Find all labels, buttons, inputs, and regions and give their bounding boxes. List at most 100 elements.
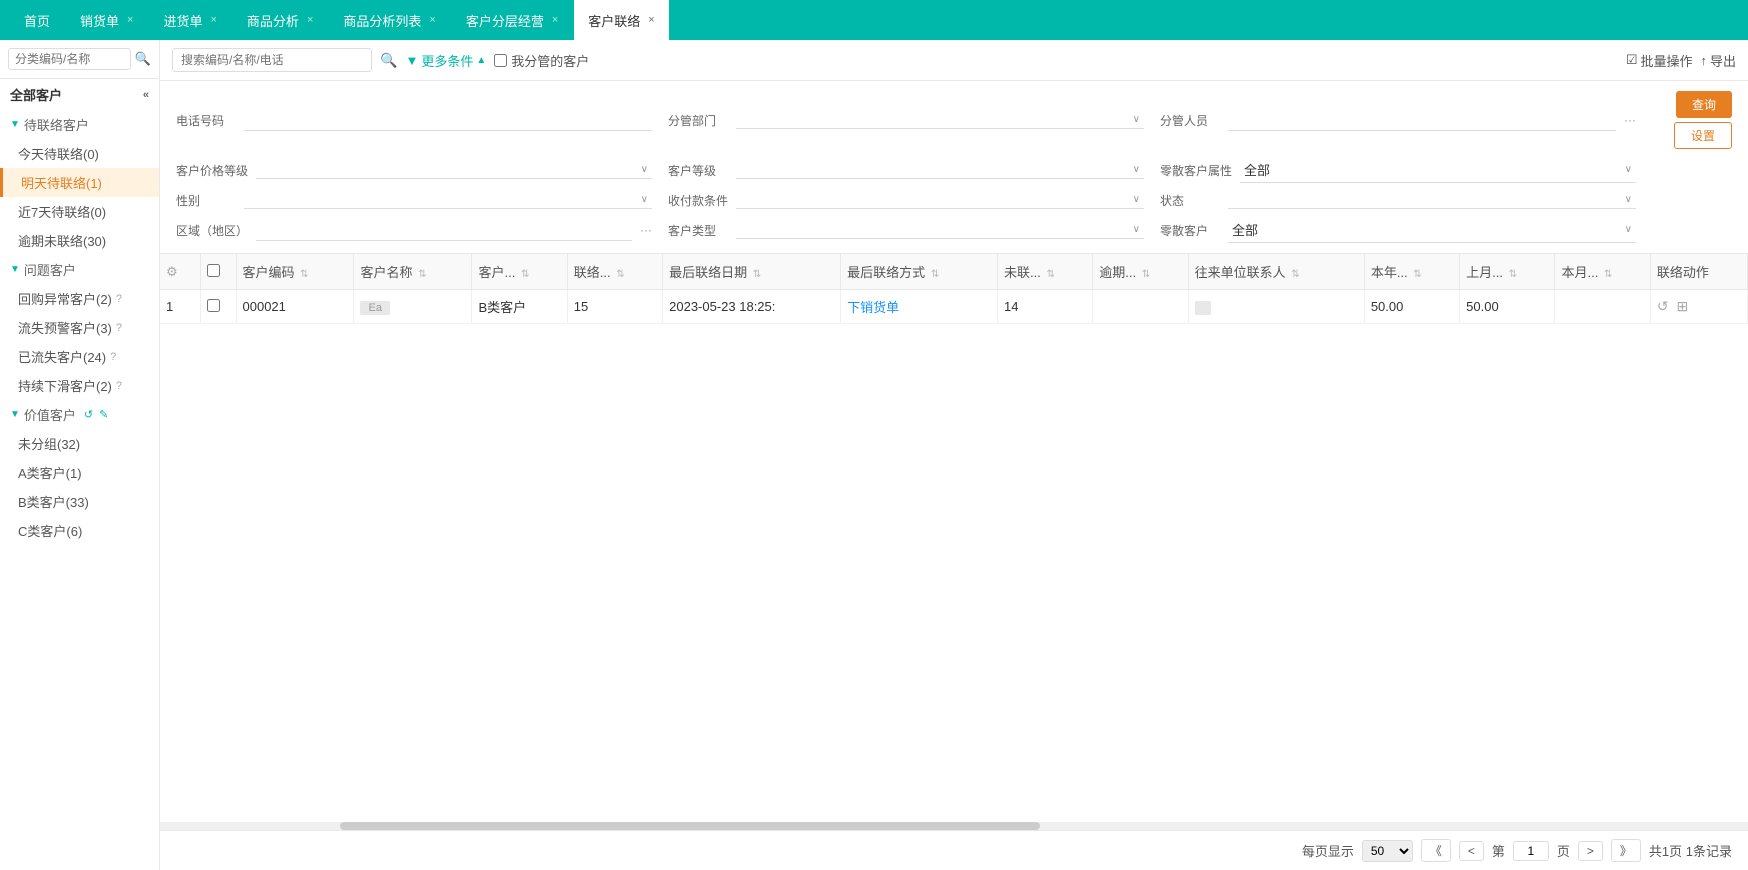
- select-all-checkbox[interactable]: [207, 264, 220, 277]
- filter-search-button[interactable]: 🔍: [380, 52, 397, 69]
- all-customers-section: 全部客户 «: [0, 79, 159, 110]
- table-header-row: ⚙ 客户编码 ⇅ 客户名称 ⇅: [160, 254, 1748, 290]
- customer-level-select[interactable]: ∨: [736, 161, 1144, 179]
- batch-operation-button[interactable]: ☑ 批量操作: [1626, 51, 1693, 70]
- pending-arrow-icon: ▼: [10, 119, 20, 130]
- nav-seg-close[interactable]: ×: [552, 14, 558, 26]
- customer-type-select[interactable]: ∨: [736, 221, 1144, 239]
- ungrouped-label: 未分组(32): [18, 434, 80, 453]
- sidebar-item-declining[interactable]: 持续下滑客户(2) ?: [0, 371, 159, 400]
- export-button[interactable]: ↑ 导出: [1700, 51, 1736, 70]
- row-checkbox[interactable]: [207, 299, 220, 312]
- scrollbar-thumb[interactable]: [340, 822, 1040, 830]
- customer-type-chevron-icon: ∨: [1133, 224, 1140, 235]
- refresh-action-icon[interactable]: ↺: [1657, 298, 1669, 315]
- sidebar-search-input[interactable]: [8, 48, 131, 70]
- nav-contact-close[interactable]: ×: [648, 14, 654, 26]
- a-class-label: A类客户(1): [18, 463, 82, 482]
- sidebar-item-ungrouped[interactable]: 未分组(32): [0, 429, 159, 458]
- dept-filter-select[interactable]: ∨: [736, 111, 1144, 129]
- filter-bar: 🔍 ▼ 更多条件 ▲ 我分管的客户 ☑ 批量操作 ↑ 导出: [160, 40, 1748, 81]
- cell-this-month: [1555, 290, 1650, 324]
- filter-more-conditions-button[interactable]: ▼ 更多条件 ▲: [405, 51, 486, 70]
- first-page-button[interactable]: 《: [1421, 839, 1451, 862]
- sidebar-item-abnormal[interactable]: 回购异常客户(2) ?: [0, 284, 159, 313]
- nav-sales-close[interactable]: ×: [127, 14, 133, 26]
- last-month-sort-icon[interactable]: ⇅: [1509, 269, 1517, 280]
- status-select[interactable]: ∨: [1228, 191, 1636, 209]
- nav-product-analysis[interactable]: 商品分析 ×: [233, 0, 327, 40]
- person-filter-input[interactable]: [1228, 110, 1616, 131]
- nav-purchase-order[interactable]: 进货单 ×: [149, 0, 230, 40]
- nav-home[interactable]: 首页: [10, 0, 64, 40]
- nav-customer-contact[interactable]: 客户联络 ×: [574, 0, 668, 40]
- sidebar-pending-group: ▼ 待联络客户: [0, 110, 159, 139]
- nav-sales-order[interactable]: 销货单 ×: [66, 0, 147, 40]
- next-page-button[interactable]: >: [1578, 841, 1603, 861]
- horizontal-scrollbar[interactable]: [160, 822, 1748, 830]
- declining-label: 持续下滑客户(2): [18, 376, 112, 395]
- phone-filter-input[interactable]: [244, 110, 652, 131]
- prev-page-button[interactable]: <: [1459, 841, 1484, 861]
- batch-op-label: 批量操作: [1640, 51, 1692, 70]
- sidebar-item-b-class[interactable]: B类客户(33): [0, 487, 159, 516]
- overdue-sort-icon[interactable]: ⇅: [1142, 269, 1150, 280]
- settings-button[interactable]: 设置: [1674, 122, 1732, 149]
- query-button[interactable]: 查询: [1676, 91, 1732, 118]
- name-sort-icon[interactable]: ⇅: [418, 269, 426, 280]
- sidebar-item-a-class[interactable]: A类客户(1): [0, 458, 159, 487]
- person-more-dots[interactable]: ···: [1624, 113, 1636, 127]
- nav-product-list-close[interactable]: ×: [429, 14, 435, 26]
- sidebar-item-churned[interactable]: 已流失客户(24) ?: [0, 342, 159, 371]
- nav-product-analysis-list[interactable]: 商品分析列表 ×: [329, 0, 449, 40]
- th-actions: 联络动作: [1650, 254, 1747, 290]
- person-sort-icon[interactable]: ⇅: [1291, 269, 1299, 280]
- nav-customer-segmentation[interactable]: 客户分层经营 ×: [452, 0, 572, 40]
- payment-select[interactable]: ∨: [736, 191, 1144, 209]
- nav-product-analysis-close[interactable]: ×: [307, 14, 313, 26]
- price-level-select[interactable]: ∨: [256, 161, 652, 179]
- abnormal-help-icon[interactable]: ?: [116, 293, 122, 305]
- th-customer-type: 客户... ⇅: [472, 254, 567, 290]
- last-page-button[interactable]: 》: [1611, 839, 1641, 862]
- region-more-dots[interactable]: ···: [640, 223, 652, 237]
- per-page-select[interactable]: 50 100 200: [1362, 840, 1413, 862]
- gender-select[interactable]: ∨: [244, 191, 652, 209]
- problem-arrow-icon: ▼: [10, 264, 20, 275]
- nav-product-list-label: 商品分析列表: [343, 11, 421, 30]
- cell-actions: ↺ ⊞: [1650, 290, 1747, 324]
- last-contact-method-link[interactable]: 下销货单: [847, 300, 899, 315]
- filter-search-input[interactable]: [172, 48, 372, 72]
- date-sort-icon[interactable]: ⇅: [753, 269, 761, 280]
- type-sort-icon[interactable]: ⇅: [521, 269, 529, 280]
- uncontacted-sort-icon[interactable]: ⇅: [1046, 269, 1054, 280]
- my-customers-checkbox[interactable]: [494, 54, 507, 67]
- sidebar-item-today-contact[interactable]: 今天待联络(0): [0, 139, 159, 168]
- page-input[interactable]: [1513, 841, 1549, 861]
- retail-attr-select[interactable]: 全部 ∨: [1240, 157, 1636, 183]
- sidebar-item-c-class[interactable]: C类客户(6): [0, 516, 159, 545]
- region-filter-input[interactable]: [256, 220, 632, 241]
- sidebar-item-7days-contact[interactable]: 近7天待联络(0): [0, 197, 159, 226]
- method-sort-icon[interactable]: ⇅: [931, 269, 939, 280]
- declining-help-icon[interactable]: ?: [116, 380, 122, 392]
- code-sort-icon[interactable]: ⇅: [300, 269, 308, 280]
- churn-warning-help-icon[interactable]: ?: [116, 322, 122, 334]
- settings-icon[interactable]: ⚙: [166, 264, 178, 279]
- sidebar-item-churn-warning[interactable]: 流失预警客户(3) ?: [0, 313, 159, 342]
- value-group-refresh-icon[interactable]: ↺: [84, 408, 93, 421]
- nav-purchase-close[interactable]: ×: [210, 14, 216, 26]
- top-navigation: 首页 销货单 × 进货单 × 商品分析 × 商品分析列表 × 客户分层经营 × …: [0, 0, 1748, 40]
- value-group-edit-icon[interactable]: ✎: [99, 408, 108, 421]
- sidebar-collapse-icon[interactable]: «: [143, 89, 149, 101]
- grid-action-icon[interactable]: ⊞: [1677, 298, 1689, 315]
- contact-count-sort-icon[interactable]: ⇅: [616, 269, 624, 280]
- sidebar-item-tomorrow-contact[interactable]: 明天待联络(1): [0, 168, 159, 197]
- sidebar-item-overdue-contact[interactable]: 逾期未联络(30): [0, 226, 159, 255]
- my-customers-checkbox-label[interactable]: 我分管的客户: [494, 51, 589, 70]
- sidebar-search-icon[interactable]: 🔍: [135, 51, 151, 67]
- this-year-sort-icon[interactable]: ⇅: [1413, 269, 1421, 280]
- this-month-sort-icon[interactable]: ⇅: [1604, 269, 1612, 280]
- churned-help-icon[interactable]: ?: [110, 351, 116, 363]
- retail-customer-select[interactable]: 全部 ∨: [1228, 217, 1636, 243]
